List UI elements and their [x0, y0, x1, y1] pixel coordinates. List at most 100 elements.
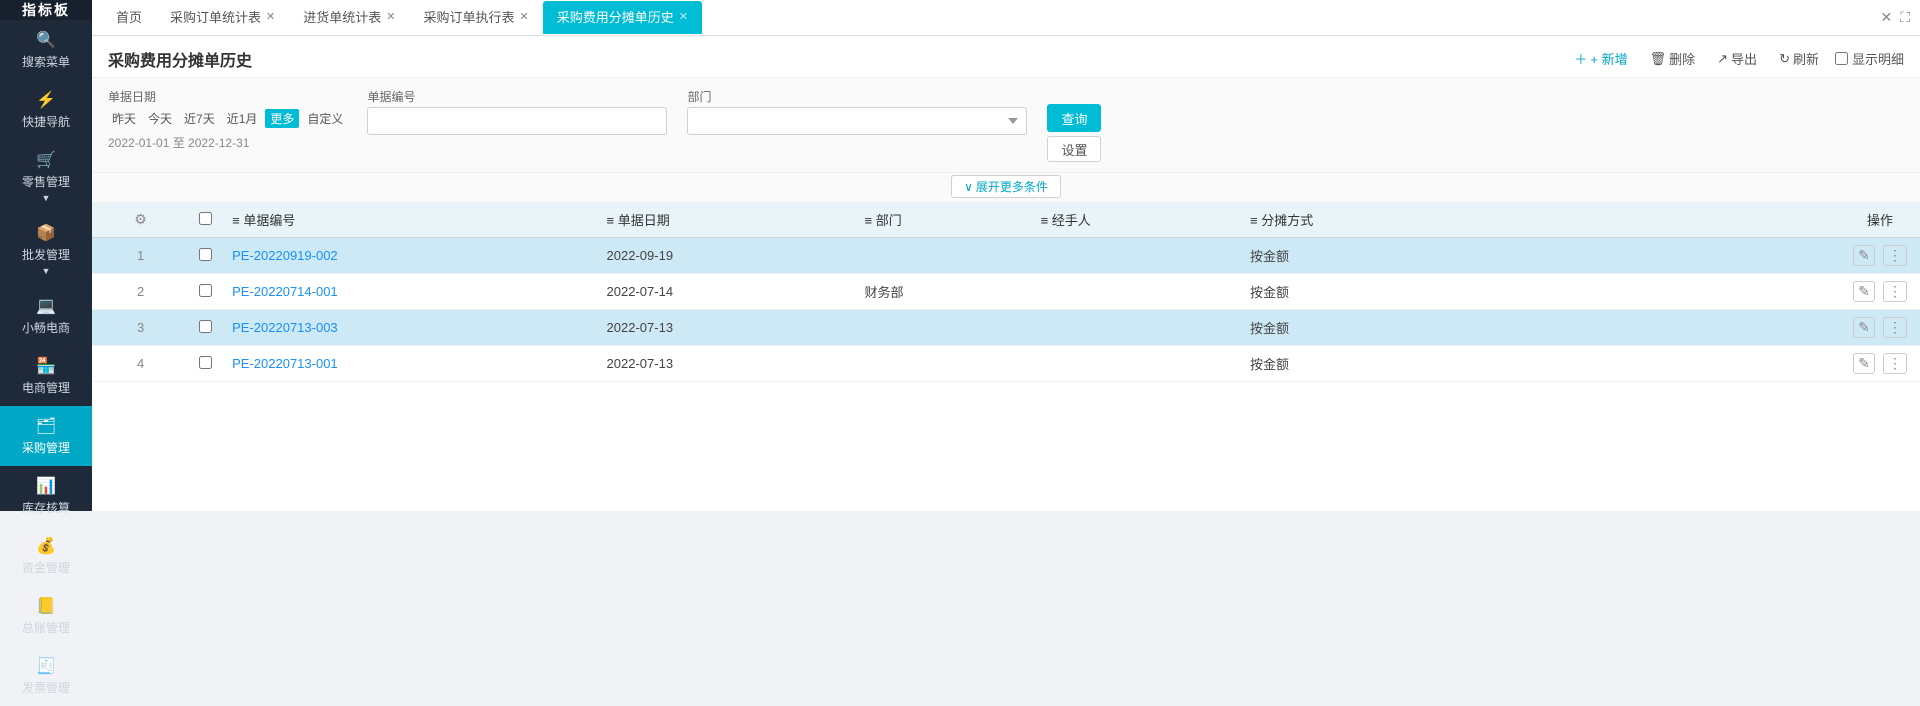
sidebar-item-ecom[interactable]: 🏪 电商管理 — [0, 346, 92, 406]
ops-icons: ✎ ⋮ — [1850, 317, 1910, 338]
tab-purchase-cost-history[interactable]: 采购费用分摊单历史 ✕ — [543, 1, 702, 34]
tab-purchase-order-exec[interactable]: 采购订单执行表 ✕ — [409, 1, 542, 34]
invoice-icon: 🧾 — [36, 656, 56, 676]
date-1month-btn[interactable]: 近1月 — [223, 109, 262, 128]
row-handler — [1031, 310, 1240, 346]
main-area: 首页 采购订单统计表 ✕ 进货单统计表 ✕ 采购订单执行表 ✕ 采购费用分摊单历… — [92, 0, 1920, 511]
sidebar-item-finance[interactable]: 💰 资金管理 — [0, 526, 92, 586]
col-dept[interactable]: ≡ 部门 — [855, 202, 1031, 238]
more-icon[interactable]: ⋮ — [1883, 317, 1907, 338]
col-doc-date[interactable]: ≡ 单据日期 — [597, 202, 855, 238]
col-doc-no-label: ≡ 单据编号 — [232, 213, 295, 228]
show-cols-toggle[interactable]: 显示明细 — [1835, 49, 1904, 68]
delete-button[interactable]: 🗑 删除 — [1644, 46, 1702, 71]
edit-icon[interactable]: ✎ — [1853, 353, 1875, 374]
col-split-method[interactable]: ≡ 分摊方式 — [1240, 202, 1840, 238]
tab-purchase-order-stats[interactable]: 采购订单统计表 ✕ — [156, 1, 289, 34]
more-icon[interactable]: ⋮ — [1883, 281, 1907, 302]
tab-bar-close-icon[interactable]: ✕ — [1880, 9, 1892, 26]
row-num: 2 — [92, 274, 189, 310]
sidebar-item-purchase[interactable]: 🗂 采购管理 — [0, 406, 92, 466]
sidebar-item-quicknav[interactable]: ⚡ 快捷导航 — [0, 80, 92, 140]
row-doc-date: 2022-09-19 — [597, 238, 855, 274]
date-yesterday-btn[interactable]: 昨天 — [108, 109, 140, 128]
tab-close-icon[interactable]: ✕ — [266, 10, 275, 23]
row-num: 4 — [92, 346, 189, 382]
settings-button[interactable]: 设置 — [1047, 136, 1101, 162]
tab-close-icon[interactable]: ✕ — [386, 10, 395, 23]
expand-more-button[interactable]: ∨ 展开更多条件 — [951, 175, 1061, 198]
page-header: 采购费用分摊单历史 ＋ + 新增 🗑 删除 ↗ 导出 ↻ 刷新 — [92, 36, 1920, 78]
tab-bar: 首页 采购订单统计表 ✕ 进货单统计表 ✕ 采购订单执行表 ✕ 采购费用分摊单历… — [92, 0, 1920, 36]
table-row: 2 PE-20220714-001 2022-07-14 财务部 按金额 ✎ ⋮ — [92, 274, 1920, 310]
row-dept: 财务部 — [855, 274, 1031, 310]
more-icon[interactable]: ⋮ — [1883, 245, 1907, 266]
row-doc-no: PE-20220919-002 — [222, 238, 596, 274]
row-split-method: 按金额 — [1240, 238, 1840, 274]
refresh-button[interactable]: ↻ 刷新 — [1773, 46, 1825, 71]
doc-no-link[interactable]: PE-20220713-003 — [232, 320, 338, 335]
sidebar-item-label: 快捷导航 — [22, 113, 70, 130]
row-doc-date: 2022-07-13 — [597, 310, 855, 346]
doc-no-link[interactable]: PE-20220714-001 — [232, 284, 338, 299]
row-checkbox[interactable] — [199, 320, 212, 333]
doc-no-input[interactable] — [367, 107, 667, 135]
purchase-icon: 🗂 — [36, 416, 56, 436]
row-dept — [855, 310, 1031, 346]
date-today-btn[interactable]: 今天 — [144, 109, 176, 128]
edit-icon[interactable]: ✎ — [1853, 281, 1875, 302]
sidebar-item-wholesale[interactable]: 📦 批发管理 ▼ — [0, 213, 92, 286]
sidebar-item-label: 发票管理 — [22, 679, 70, 696]
row-checkbox[interactable] — [199, 356, 212, 369]
sidebar-logo: 指标板 — [0, 0, 92, 20]
dept-select[interactable] — [687, 107, 1027, 135]
tab-home[interactable]: 首页 — [102, 1, 156, 34]
table-row: 1 PE-20220919-002 2022-09-19 按金额 ✎ ⋮ — [92, 238, 1920, 274]
more-icon[interactable]: ⋮ — [1883, 353, 1907, 374]
chevron-down-icon: ▼ — [42, 193, 51, 203]
row-split-method: 按金额 — [1240, 310, 1840, 346]
tab-close-icon[interactable]: ✕ — [520, 10, 529, 23]
add-button[interactable]: ＋ + 新增 — [1568, 46, 1633, 71]
tab-label: 采购订单执行表 — [423, 7, 514, 26]
date-range-display: 2022-01-01 至 2022-12-31 — [108, 134, 347, 151]
sidebar-item-inventory[interactable]: 📊 库存核算 — [0, 466, 92, 526]
row-num: 1 — [92, 238, 189, 274]
query-button[interactable]: 查询 — [1047, 104, 1101, 132]
tab-bar-fullscreen-icon[interactable]: ⛶ — [1900, 9, 1910, 26]
doc-no-link[interactable]: PE-20220713-001 — [232, 356, 338, 371]
sidebar-item-search[interactable]: 🔍 搜索菜单 — [0, 20, 92, 80]
col-ops: 操作 — [1840, 202, 1920, 238]
edit-icon[interactable]: ✎ — [1853, 317, 1875, 338]
row-checkbox-cell — [189, 274, 222, 310]
settings-icon[interactable]: ⚙ — [134, 211, 147, 227]
date-label: 单据日期 — [108, 88, 347, 105]
sidebar-item-retail[interactable]: 🛒 零售管理 ▼ — [0, 140, 92, 213]
col-doc-no[interactable]: ≡ 单据编号 — [222, 202, 596, 238]
edit-icon[interactable]: ✎ — [1853, 245, 1875, 266]
col-dept-label: ≡ 部门 — [865, 213, 902, 228]
sidebar-item-ecomsmall[interactable]: 💻 小畅电商 — [0, 286, 92, 346]
row-checkbox[interactable] — [199, 284, 212, 297]
date-more-btn[interactable]: 更多 — [265, 109, 299, 128]
sidebar-item-invoice[interactable]: 🧾 发票管理 — [0, 646, 92, 706]
date-custom-btn[interactable]: 自定义 — [303, 109, 347, 128]
sidebar-item-label: 批发管理 — [22, 246, 70, 263]
export-button[interactable]: ↗ 导出 — [1711, 46, 1763, 71]
row-handler — [1031, 274, 1240, 310]
sidebar-item-ledger[interactable]: 📒 总账管理 — [0, 586, 92, 646]
tab-close-icon[interactable]: ✕ — [679, 10, 688, 23]
date-filter-group: 单据日期 昨天 今天 近7天 近1月 更多 自定义 2022-01-01 至 2… — [108, 88, 347, 151]
col-doc-date-label: ≡ 单据日期 — [607, 213, 670, 228]
delete-label: 删除 — [1669, 49, 1695, 68]
search-bar: 单据日期 昨天 今天 近7天 近1月 更多 自定义 2022-01-01 至 2… — [92, 78, 1920, 173]
col-handler[interactable]: ≡ 经手人 — [1031, 202, 1240, 238]
row-dept — [855, 346, 1031, 382]
select-all-checkbox[interactable] — [199, 212, 212, 225]
row-checkbox[interactable] — [199, 248, 212, 261]
show-cols-checkbox[interactable] — [1835, 52, 1848, 65]
doc-no-link[interactable]: PE-20220919-002 — [232, 248, 338, 263]
date-7days-btn[interactable]: 近7天 — [180, 109, 219, 128]
ecom-icon: 🏪 — [36, 356, 56, 376]
tab-incoming-stats[interactable]: 进货单统计表 ✕ — [289, 1, 409, 34]
